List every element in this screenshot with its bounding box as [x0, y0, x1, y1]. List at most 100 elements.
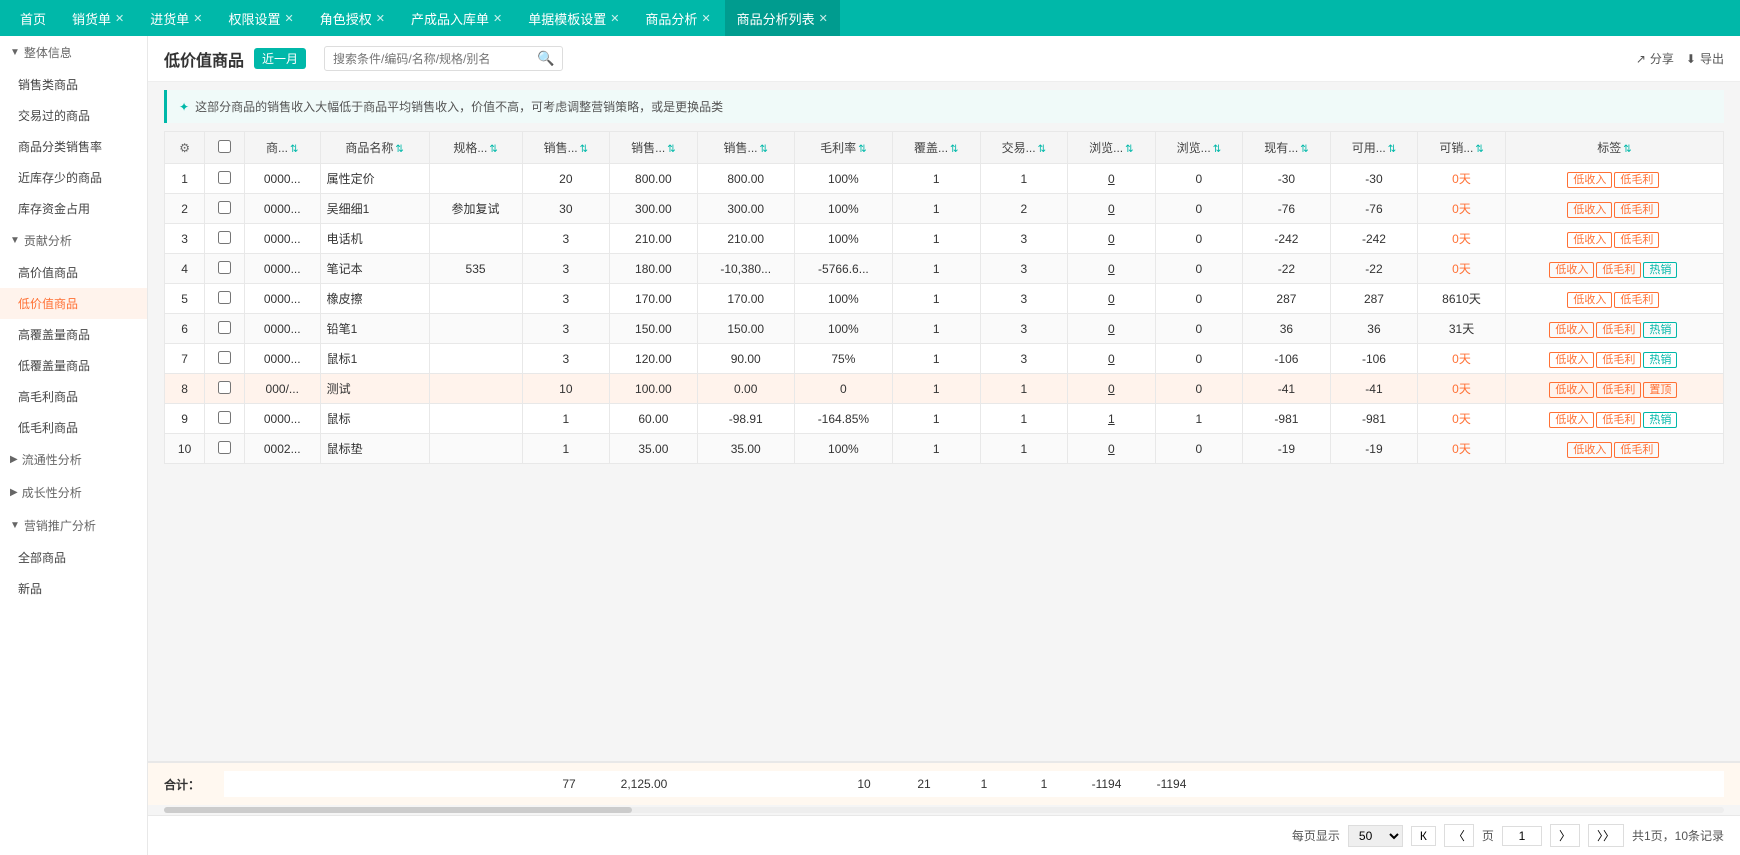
nav-home[interactable]: 首页 — [8, 0, 58, 36]
row-checkbox[interactable] — [218, 261, 231, 274]
nav-close-sales[interactable]: ✕ — [115, 12, 124, 25]
row-checkbox[interactable] — [218, 291, 231, 304]
sort-icon-samt1: ⇅ — [667, 144, 675, 155]
sidebar-item-traded-goods[interactable]: 交易过的商品 — [0, 100, 147, 131]
nav-template-settings[interactable]: 单据模板设置 ✕ — [516, 0, 631, 36]
col-sales-amt1[interactable]: 销售...⇅ — [610, 132, 698, 164]
row-sales-qty: 3 — [522, 314, 610, 344]
browse1-value[interactable]: 0 — [1108, 352, 1115, 366]
row-coverage: 1 — [892, 254, 980, 284]
browse1-value[interactable]: 0 — [1108, 172, 1115, 186]
page-size-select[interactable]: 50 100 200 — [1348, 825, 1403, 847]
col-tags[interactable]: 标签⇅ — [1505, 132, 1723, 164]
sidebar-item-new-goods[interactable]: 新品 — [0, 573, 147, 604]
export-button[interactable]: ⬇ 导出 — [1686, 50, 1724, 67]
nav-close-permission[interactable]: ✕ — [285, 12, 294, 25]
gear-icon[interactable]: ⚙ — [179, 141, 190, 155]
col-code[interactable]: 商...⇅ — [244, 132, 320, 164]
sidebar-section-overview[interactable]: ▼ 整体信息 — [0, 36, 147, 69]
search-icon[interactable]: 🔍 — [537, 50, 554, 67]
nav-close-purchase[interactable]: ✕ — [193, 12, 202, 25]
col-gross-rate[interactable]: 毛利率⇅ — [794, 132, 892, 164]
col-browse1[interactable]: 浏览...⇅ — [1068, 132, 1156, 164]
nav-product-analysis[interactable]: 商品分析 ✕ — [633, 0, 722, 36]
col-coverage[interactable]: 覆盖...⇅ — [892, 132, 980, 164]
col-spec[interactable]: 规格...⇅ — [429, 132, 522, 164]
sidebar-item-low-value[interactable]: 低价值商品 — [0, 288, 147, 319]
nav-sales-order[interactable]: 销货单 ✕ — [60, 0, 136, 36]
col-trade[interactable]: 交易...⇅ — [980, 132, 1068, 164]
last-page-button[interactable]: 〉〉 — [1588, 824, 1624, 847]
col-stock[interactable]: 现有...⇅ — [1243, 132, 1331, 164]
sidebar-item-high-coverage[interactable]: 高覆盖量商品 — [0, 319, 147, 350]
nav-close-analysis[interactable]: ✕ — [701, 12, 710, 25]
page-number-input[interactable] — [1502, 826, 1542, 846]
row-saleable: 0天 — [1418, 224, 1506, 254]
sort-icon-gross: ⇅ — [858, 144, 866, 155]
row-checkbox[interactable] — [218, 411, 231, 424]
row-sales-qty: 3 — [522, 344, 610, 374]
browse1-value[interactable]: 0 — [1108, 442, 1115, 456]
nav-product-instock[interactable]: 产成品入库单 ✕ — [399, 0, 514, 36]
nav-purchase-order[interactable]: 进货单 ✕ — [138, 0, 214, 36]
row-sales-qty: 1 — [522, 404, 610, 434]
sidebar-item-low-stock[interactable]: 近库存少的商品 — [0, 162, 147, 193]
sort-icon-samt2: ⇅ — [760, 144, 768, 155]
row-coverage: 1 — [892, 194, 980, 224]
row-checkbox[interactable] — [218, 201, 231, 214]
sort-icon-name: ⇅ — [395, 144, 403, 155]
nav-analysis-list[interactable]: 商品分析列表 ✕ — [725, 0, 840, 36]
row-checkbox[interactable] — [218, 381, 231, 394]
nav-role-auth[interactable]: 角色授权 ✕ — [308, 0, 397, 36]
sidebar-item-stock-capital[interactable]: 库存资金占用 — [0, 193, 147, 224]
col-saleable[interactable]: 可销...⇅ — [1418, 132, 1506, 164]
sidebar-item-category-sales-rate[interactable]: 商品分类销售率 — [0, 131, 147, 162]
sidebar-item-high-margin[interactable]: 高毛利商品 — [0, 381, 147, 412]
select-all-checkbox[interactable] — [218, 140, 231, 153]
first-page-button[interactable]: К — [1411, 826, 1436, 846]
row-trade: 1 — [980, 434, 1068, 464]
sidebar-item-high-value[interactable]: 高价值商品 — [0, 257, 147, 288]
col-gear[interactable]: ⚙ — [165, 132, 205, 164]
col-sales-qty[interactable]: 销售...⇅ — [522, 132, 610, 164]
browse1-value[interactable]: 0 — [1108, 202, 1115, 216]
sidebar-section-liquidity[interactable]: ▶ 流通性分析 — [0, 443, 147, 476]
col-name[interactable]: 商品名称⇅ — [320, 132, 429, 164]
nav-close-role[interactable]: ✕ — [376, 12, 385, 25]
browse1-value[interactable]: 0 — [1108, 292, 1115, 306]
browse1-value[interactable]: 0 — [1108, 322, 1115, 336]
row-checkbox[interactable] — [218, 441, 231, 454]
sidebar-section-marketing[interactable]: ▼ 营销推广分析 — [0, 509, 147, 542]
browse1-value[interactable]: 0 — [1108, 262, 1115, 276]
nav-close-product[interactable]: ✕ — [493, 12, 502, 25]
browse1-value[interactable]: 0 — [1108, 382, 1115, 396]
col-browse2[interactable]: 浏览...⇅ — [1155, 132, 1243, 164]
sidebar-section-growth[interactable]: ▶ 成长性分析 — [0, 476, 147, 509]
nav-permission[interactable]: 权限设置 ✕ — [216, 0, 305, 36]
sidebar-section-contribution[interactable]: ▼ 贡献分析 — [0, 224, 147, 257]
sidebar-item-low-coverage[interactable]: 低覆盖量商品 — [0, 350, 147, 381]
search-input[interactable] — [333, 52, 533, 66]
prev-page-button[interactable]: 〈 — [1444, 824, 1474, 847]
date-badge[interactable]: 近一月 — [254, 48, 306, 69]
share-button[interactable]: ↗ 分享 — [1636, 50, 1674, 67]
row-coverage: 1 — [892, 284, 980, 314]
row-gross-rate: 0 — [794, 374, 892, 404]
col-sales-amt2[interactable]: 销售...⇅ — [697, 132, 794, 164]
row-checkbox[interactable] — [218, 351, 231, 364]
nav-close-template[interactable]: ✕ — [610, 12, 619, 25]
row-browse1: 0 — [1068, 434, 1156, 464]
table-body: 1 0000... 属性定价 20 800.00 800.00 100% 1 1… — [165, 164, 1724, 464]
browse1-value[interactable]: 0 — [1108, 232, 1115, 246]
sidebar-item-all-goods[interactable]: 全部商品 — [0, 542, 147, 573]
footer-scrollbar[interactable] — [164, 807, 1724, 813]
row-checkbox[interactable] — [218, 171, 231, 184]
nav-close-list[interactable]: ✕ — [819, 12, 828, 25]
browse1-value[interactable]: 1 — [1108, 412, 1115, 426]
sidebar-item-sales-goods[interactable]: 销售类商品 — [0, 69, 147, 100]
row-checkbox[interactable] — [218, 321, 231, 334]
next-page-button[interactable]: 〉 — [1550, 824, 1580, 847]
row-checkbox[interactable] — [218, 231, 231, 244]
col-avail[interactable]: 可用...⇅ — [1330, 132, 1418, 164]
sidebar-item-low-margin[interactable]: 低毛利商品 — [0, 412, 147, 443]
